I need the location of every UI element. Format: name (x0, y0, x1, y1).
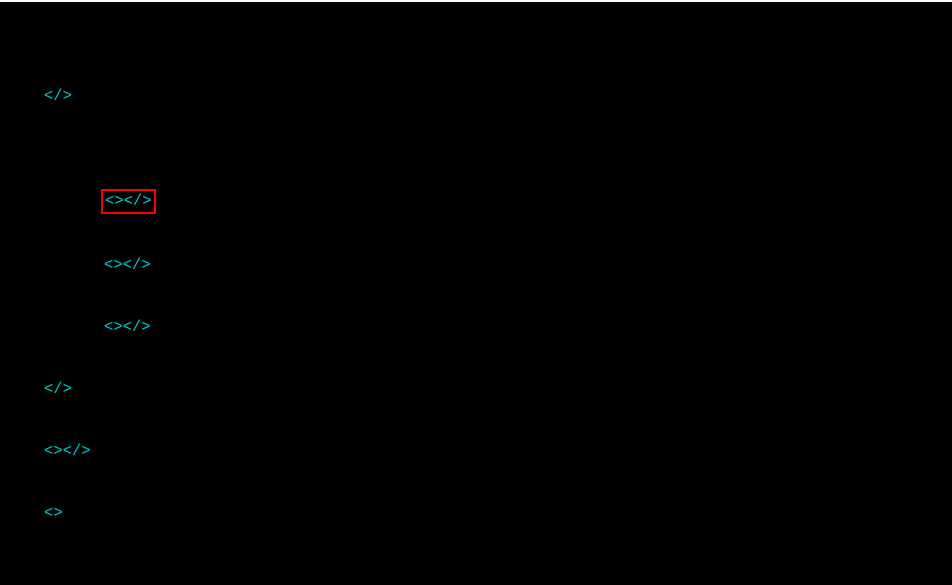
apikey-line: <></> (104, 255, 952, 276)
close-tag: </> (44, 380, 72, 398)
close-tag: </> (44, 87, 72, 105)
highlighted-address: <></> (101, 189, 156, 214)
theme-line: <></> (104, 317, 952, 338)
shortcut-bar (4, 441, 948, 544)
